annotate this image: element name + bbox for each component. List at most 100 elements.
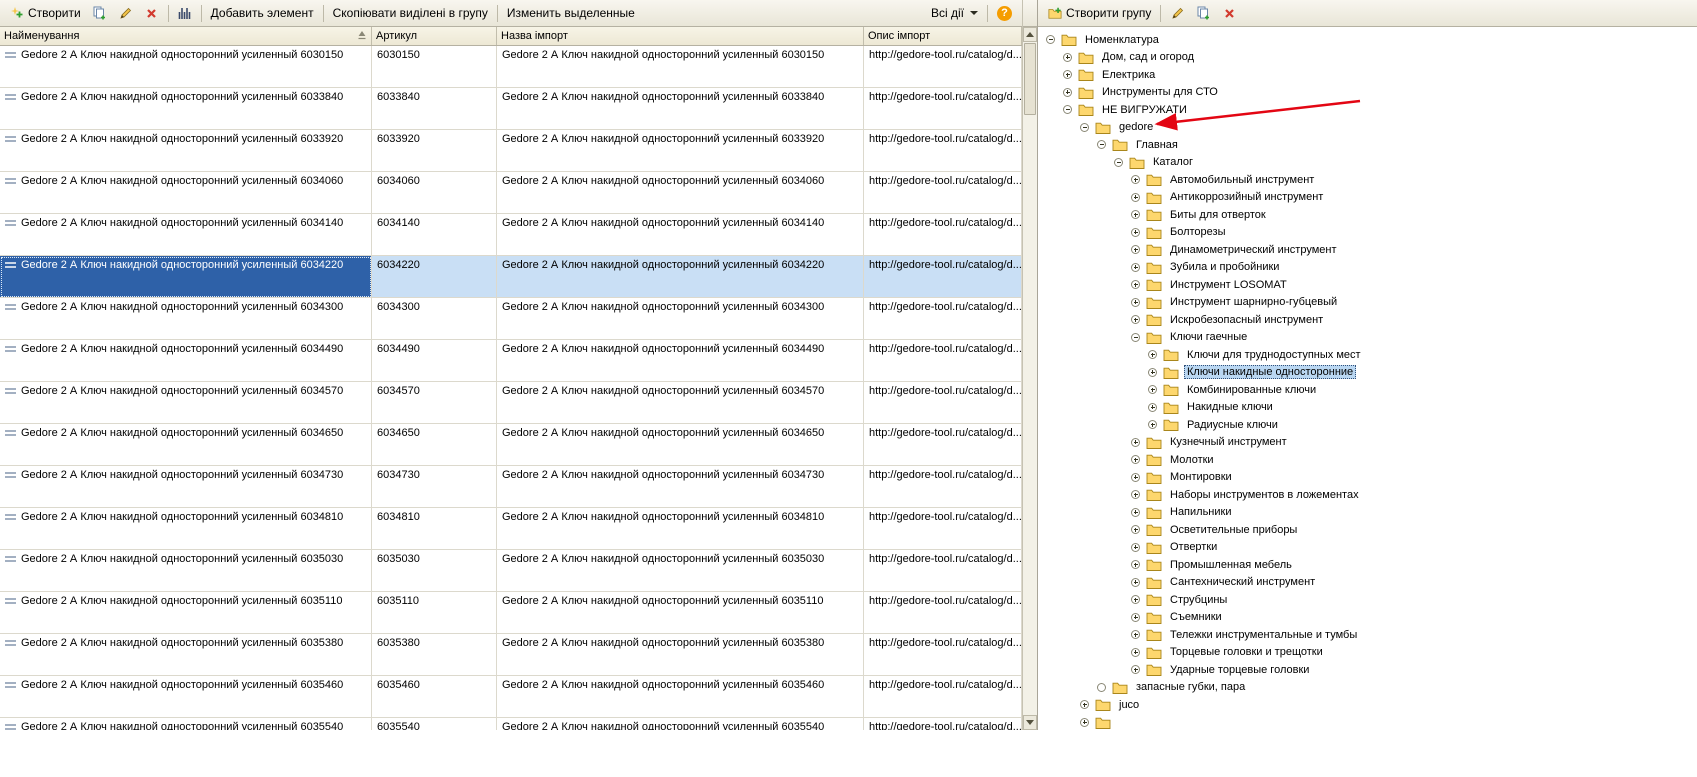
tree-item-label[interactable]: Искробезопасный инструмент — [1167, 313, 1326, 327]
tree-item-label[interactable]: Молотки — [1167, 453, 1217, 467]
cell-name[interactable]: Gedore 2 А Ключ накидной односторонний у… — [0, 466, 372, 508]
cell-import-name[interactable]: Gedore 2 А Ключ накидной односторонний у… — [497, 172, 864, 214]
cell-import-desc[interactable]: http://gedore-tool.ru/catalog/d... — [864, 256, 1022, 298]
table-row[interactable]: Gedore 2 А Ключ накидной односторонний у… — [0, 676, 1022, 718]
tree-item[interactable]: Кузнечный инструмент — [1046, 434, 1697, 452]
tree-expander-icon[interactable] — [1131, 472, 1140, 482]
tree-item[interactable]: Отвертки — [1046, 539, 1697, 557]
table-row[interactable]: Gedore 2 А Ключ накидной односторонний у… — [0, 88, 1022, 130]
tree-item-label[interactable]: Торцевые головки и трещотки — [1167, 645, 1326, 659]
tree-expander-icon[interactable] — [1131, 665, 1140, 675]
cell-import-desc[interactable]: http://gedore-tool.ru/catalog/d... — [864, 424, 1022, 466]
tree-item-label[interactable]: Инструменты для СТО — [1099, 85, 1221, 99]
table-row[interactable]: Gedore 2 А Ключ накидной односторонний у… — [0, 340, 1022, 382]
table-row[interactable]: Gedore 2 А Ключ накидной односторонний у… — [0, 634, 1022, 676]
cell-sku[interactable]: 6034490 — [372, 340, 497, 382]
edit-group-button[interactable] — [1164, 3, 1190, 23]
cell-import-desc[interactable]: http://gedore-tool.ru/catalog/d... — [864, 466, 1022, 508]
set-interval-button[interactable] — [172, 3, 198, 23]
cell-name[interactable]: Gedore 2 А Ключ накидной односторонний у… — [0, 172, 372, 214]
cell-import-name[interactable]: Gedore 2 А Ключ накидной односторонний у… — [497, 88, 864, 130]
tree-item-label[interactable]: Биты для отверток — [1167, 208, 1269, 222]
cell-name[interactable]: Gedore 2 А Ключ накидной односторонний у… — [0, 340, 372, 382]
cell-sku[interactable]: 6035110 — [372, 592, 497, 634]
tree-expander-icon[interactable] — [1131, 192, 1140, 202]
tree-item[interactable] — [1046, 714, 1697, 731]
tree-item[interactable]: Динамометрический инструмент — [1046, 241, 1697, 259]
cell-import-desc[interactable]: http://gedore-tool.ru/catalog/d... — [864, 718, 1022, 730]
tree-item-label[interactable]: Радиусные ключи — [1184, 418, 1281, 432]
cell-import-desc[interactable]: http://gedore-tool.ru/catalog/d... — [864, 172, 1022, 214]
tree-item[interactable]: Искробезопасный инструмент — [1046, 311, 1697, 329]
cell-name[interactable]: Gedore 2 А Ключ накидной односторонний у… — [0, 298, 372, 340]
cell-sku[interactable]: 6033920 — [372, 130, 497, 172]
tree-item-label[interactable]: Отвертки — [1167, 540, 1220, 554]
cell-import-desc[interactable]: http://gedore-tool.ru/catalog/d... — [864, 592, 1022, 634]
tree-expander-icon[interactable] — [1131, 560, 1140, 570]
cell-import-name[interactable]: Gedore 2 А Ключ накидной односторонний у… — [497, 214, 864, 256]
cell-import-name[interactable]: Gedore 2 А Ключ накидной односторонний у… — [497, 634, 864, 676]
tree-item[interactable]: Зубила и пробойники — [1046, 259, 1697, 277]
tree-expander-icon[interactable] — [1080, 717, 1089, 727]
column-header-sku[interactable]: Артикул — [372, 27, 497, 45]
tree-item[interactable]: Ключи накидные односторонние — [1046, 364, 1697, 382]
tree-item[interactable]: Номенклатура — [1046, 31, 1697, 49]
cell-sku[interactable]: 6034570 — [372, 382, 497, 424]
cell-name[interactable]: Gedore 2 А Ключ накидной односторонний у… — [0, 550, 372, 592]
tree-expander-icon[interactable] — [1148, 367, 1157, 377]
cell-sku[interactable]: 6035030 — [372, 550, 497, 592]
cell-name[interactable]: Gedore 2 А Ключ накидной односторонний у… — [0, 592, 372, 634]
cell-import-name[interactable]: Gedore 2 А Ключ накидной односторонний у… — [497, 130, 864, 172]
cell-import-desc[interactable]: http://gedore-tool.ru/catalog/d... — [864, 298, 1022, 340]
cell-import-name[interactable]: Gedore 2 А Ключ накидной односторонний у… — [497, 592, 864, 634]
tree-item-label[interactable]: Напильники — [1167, 505, 1235, 519]
tree-item[interactable]: Ключи гаечные — [1046, 329, 1697, 347]
tree-item[interactable]: Съемники — [1046, 609, 1697, 627]
tree-expander-icon[interactable] — [1131, 630, 1140, 640]
cell-sku[interactable]: 6033840 — [372, 88, 497, 130]
table-row[interactable]: Gedore 2 А Ключ накидной односторонний у… — [0, 130, 1022, 172]
cell-sku[interactable]: 6034730 — [372, 466, 497, 508]
tree-expander-icon[interactable] — [1131, 227, 1140, 237]
tree-item-label[interactable]: Болторезы — [1167, 225, 1229, 239]
cell-import-desc[interactable]: http://gedore-tool.ru/catalog/d... — [864, 88, 1022, 130]
cell-sku[interactable]: 6030150 — [372, 46, 497, 88]
table-row[interactable]: Gedore 2 А Ключ накидной односторонний у… — [0, 214, 1022, 256]
tree-item-label[interactable]: Номенклатура — [1082, 33, 1162, 47]
help-button[interactable]: ? — [991, 3, 1018, 24]
tree-item[interactable]: Наборы инструментов в ложементах — [1046, 486, 1697, 504]
tree-item[interactable]: Инструмент LOSOMAT — [1046, 276, 1697, 294]
tree-item[interactable]: Ключи для труднодоступных мест — [1046, 346, 1697, 364]
tree-item-label[interactable]: Сантехнический инструмент — [1167, 575, 1318, 589]
cell-sku[interactable]: 6035380 — [372, 634, 497, 676]
tree-expander-icon[interactable] — [1131, 455, 1140, 465]
cell-import-name[interactable]: Gedore 2 А Ключ накидной односторонний у… — [497, 550, 864, 592]
tree-expander-icon[interactable] — [1131, 647, 1140, 657]
tree-item[interactable]: Автомобильный инструмент — [1046, 171, 1697, 189]
tree-expander-icon[interactable] — [1097, 682, 1106, 692]
tree-expander-icon[interactable] — [1080, 122, 1089, 132]
tree-item-label[interactable]: Накидные ключи — [1184, 400, 1276, 414]
table-row[interactable]: Gedore 2 А Ключ накидной односторонний у… — [0, 424, 1022, 466]
create-group-button[interactable]: Створити групу — [1042, 3, 1157, 23]
tree-item[interactable]: Напильники — [1046, 504, 1697, 522]
create-button[interactable]: Створити — [4, 3, 87, 23]
tree-item[interactable]: Молотки — [1046, 451, 1697, 469]
delete-group-button[interactable] — [1216, 3, 1242, 23]
tree-item-label[interactable] — [1116, 721, 1122, 723]
tree-expander-icon[interactable] — [1148, 350, 1157, 360]
cell-name[interactable]: Gedore 2 А Ключ накидной односторонний у… — [0, 130, 372, 172]
tree-item[interactable]: Комбинированные ключи — [1046, 381, 1697, 399]
cell-name[interactable]: Gedore 2 А Ключ накидной односторонний у… — [0, 634, 372, 676]
tree-item-label[interactable]: Главная — [1133, 138, 1181, 152]
tree-expander-icon[interactable] — [1131, 245, 1140, 255]
table-row[interactable]: Gedore 2 А Ключ накидной односторонний у… — [0, 592, 1022, 634]
cell-import-name[interactable]: Gedore 2 А Ключ накидной односторонний у… — [497, 46, 864, 88]
cell-sku[interactable]: 6034060 — [372, 172, 497, 214]
cell-name[interactable]: Gedore 2 А Ключ накидной односторонний у… — [0, 256, 372, 298]
tree-expander-icon[interactable] — [1063, 105, 1072, 115]
tree-item-label[interactable]: juco — [1116, 698, 1142, 712]
tree-item-label[interactable]: НЕ ВИГРУЖАТИ — [1099, 103, 1190, 117]
cell-import-desc[interactable]: http://gedore-tool.ru/catalog/d... — [864, 550, 1022, 592]
scrollbar-track[interactable] — [1023, 116, 1037, 715]
